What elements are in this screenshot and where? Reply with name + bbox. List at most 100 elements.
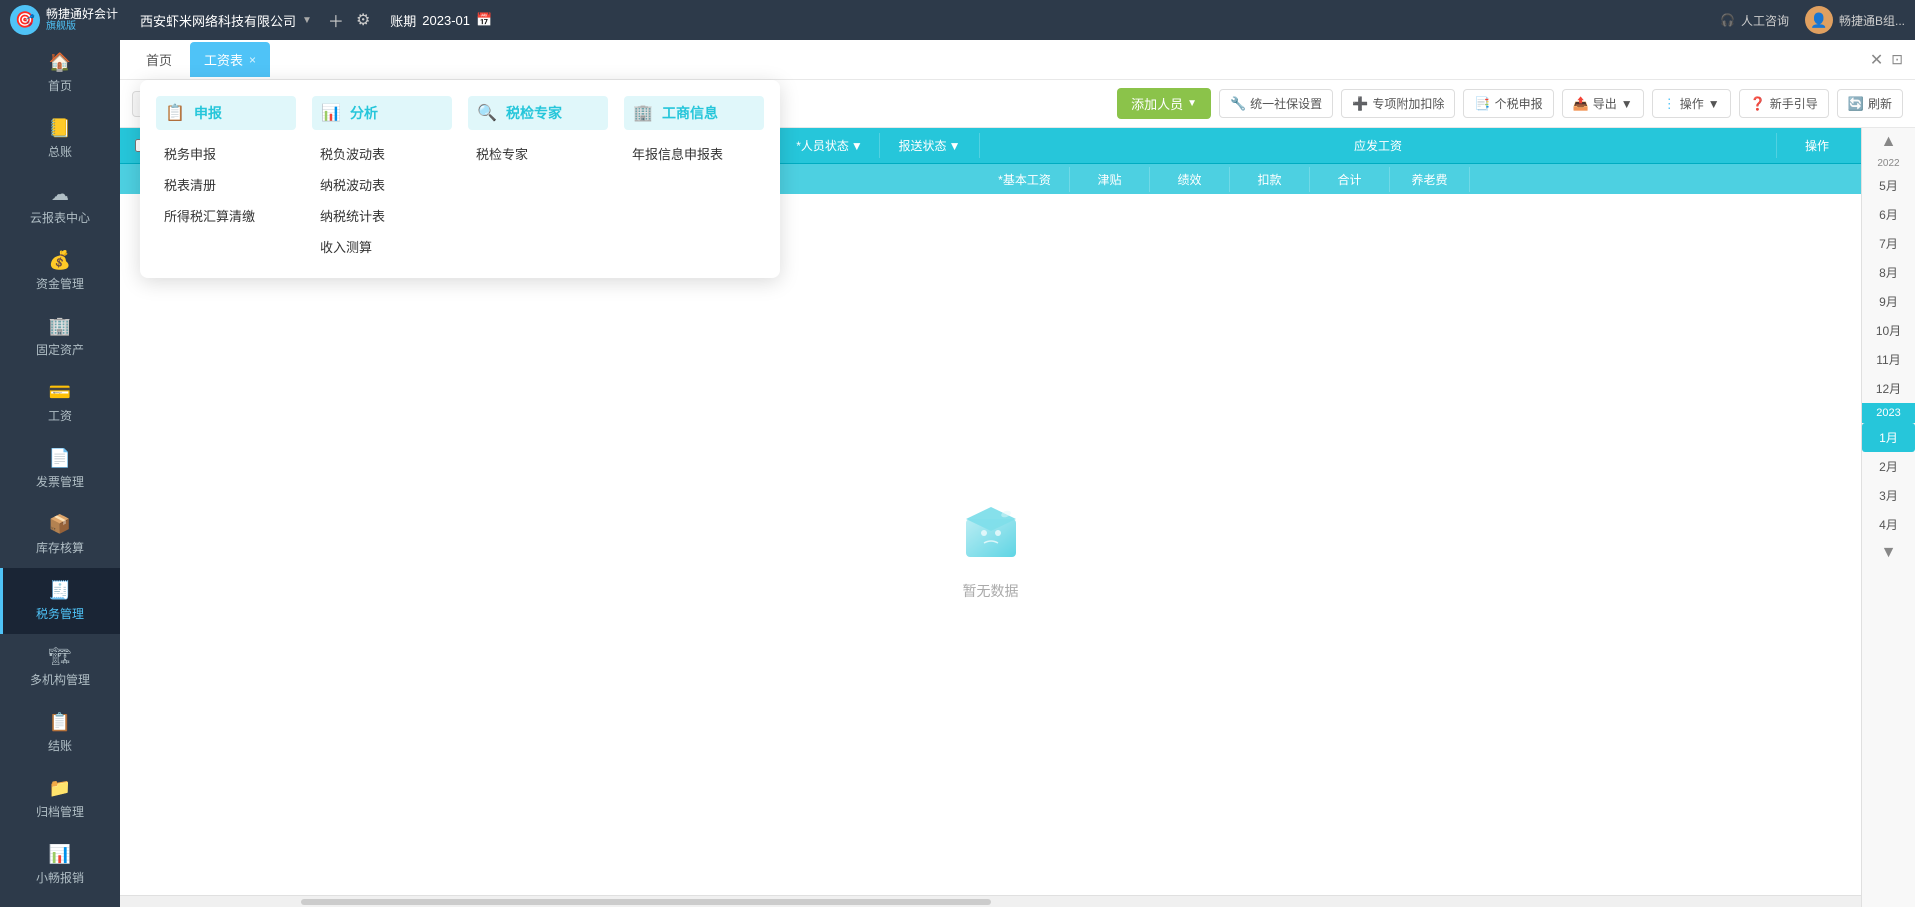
cal-month-7[interactable]: 7月 [1862,229,1915,258]
cal-month-12[interactable]: 12月 [1862,374,1915,403]
fenxi-title: 分析 [350,103,378,123]
menu-item-nashuitongjibiao[interactable]: 纳税统计表 [312,200,452,231]
empty-text: 暂无数据 [963,581,1019,601]
human-service[interactable]: 🎧 人工咨询 [1720,12,1789,29]
cal-month-4[interactable]: 4月 [1862,510,1915,539]
inventory-icon: 📦 [49,514,71,535]
menu-item-shuiwu[interactable]: 税务申报 [156,138,296,169]
period-value: 2023-01 [422,13,470,28]
th-perf: 绩效 [1150,167,1230,192]
sidebar-item-fund[interactable]: 💰 资金管理 [0,238,120,304]
tax-declare-btn[interactable]: 📑 个税申报 [1463,89,1553,118]
sidebar-item-tax[interactable]: 🧾 税务管理 [0,568,120,634]
user-area[interactable]: 👤 畅捷通B组... [1805,6,1905,34]
sidebar-item-archive[interactable]: 📁 归档管理 [0,766,120,832]
social-label: 统一社保设置 [1250,95,1322,112]
sidebar-item-home[interactable]: 🏠 首页 [0,40,120,106]
sidebar-item-cloud[interactable]: ☁ 云报表中心 [0,172,120,238]
sidebar-label-tax: 税务管理 [36,605,84,622]
tax-declare-icon: 📑 [1474,96,1490,112]
cal-month-1[interactable]: 1月 [1862,423,1915,452]
logo-area: 🎯 畅捷通好会计 旗舰版 [10,5,130,35]
empty-state: 暂无数据 [911,449,1071,641]
avatar: 👤 [1805,6,1833,34]
guide-toolbar-icon: ❓ [1750,96,1766,112]
close-period-icon: 📋 [49,712,71,733]
refresh-icon: 🔄 [1848,96,1864,112]
sidebar-item-salary[interactable]: 💳 工资 [0,370,120,436]
filter-icon-status[interactable]: ▼ [851,139,863,153]
th-total: 合计 [1310,167,1390,192]
cal-month-5[interactable]: 5月 [1862,171,1915,200]
cal-month-10[interactable]: 10月 [1862,316,1915,345]
sidebar-label-assets: 固定资产 [36,341,84,358]
cal-month-3[interactable]: 3月 [1862,481,1915,510]
menu-item-nashui[interactable]: 纳税波动表 [312,169,452,200]
cal-month-6[interactable]: 6月 [1862,200,1915,229]
assets-icon: 🏢 [49,316,71,337]
social-btn[interactable]: 🔧 统一社保设置 [1219,89,1333,118]
cal-month-9[interactable]: 9月 [1862,287,1915,316]
multi-icon: 🏗 [49,646,72,667]
cal-prev-icon[interactable]: ▲ [1875,128,1903,156]
shenb-icon: 📋 [164,102,186,124]
top-header: 🎯 畅捷通好会计 旗舰版 西安虾米网络科技有限公司 ▼ ＋ ⚙ 账期 2023-… [0,0,1915,40]
sidebar-item-multi[interactable]: 🏗 多机构管理 [0,634,120,700]
period-calendar-icon[interactable]: 📅 [476,12,492,28]
special-btn[interactable]: ➕ 专项附加扣除 [1341,89,1455,118]
th-status: *人员状态 ▼ [780,133,880,158]
window-restore-icon[interactable]: ⊡ [1891,51,1903,68]
tab-bar: 首页 工资表 × ✕ ⊡ [120,40,1915,80]
headset-icon: 🎧 [1720,13,1735,27]
operate-btn[interactable]: ⋮ 操作 ▼ [1652,89,1731,118]
add-person-label: 添加人员 [1131,94,1183,113]
app-sub: 旗舰版 [46,21,118,33]
add-person-button[interactable]: 添加人员 ▼ [1117,88,1211,119]
sidebar-item-invoice[interactable]: 📄 发票管理 [0,436,120,502]
settings-icon[interactable]: ⚙ [356,10,370,30]
cal-next-icon[interactable]: ▼ [1875,539,1903,567]
menu-item-shuifubodong[interactable]: 税负波动表 [312,138,452,169]
sidebar-label-close: 结账 [48,737,72,754]
tab-salary[interactable]: 工资表 × [190,42,270,77]
menu-item-taxcheck[interactable]: 税检专家 [468,138,608,169]
scrollbar-thumb[interactable] [301,899,991,905]
th-salary-group: 应发工资 [980,133,1777,158]
sidebar-item-assets[interactable]: 🏢 固定资产 [0,304,120,370]
tab-home[interactable]: 首页 [132,42,186,77]
sidebar-item-inventory[interactable]: 📦 库存核算 [0,502,120,568]
sidebar-item-ledger[interactable]: 📒 总账 [0,106,120,172]
menu-item-shouru[interactable]: 收入测算 [312,231,452,262]
sidebar-item-close[interactable]: 📋 结账 [0,700,120,766]
window-close-icon[interactable]: ✕ [1870,50,1883,70]
menu-item-shuibiao[interactable]: 税表清册 [156,169,296,200]
sidebar-item-settings[interactable]: ⚙ 基础设置 [0,898,120,907]
cal-month-8[interactable]: 8月 [1862,258,1915,287]
export-btn[interactable]: 📤 导出 ▼ [1562,89,1644,118]
filter-icon-report[interactable]: ▼ [949,139,961,153]
company-selector[interactable]: 西安虾米网络科技有限公司 ▼ [140,11,312,30]
cal-month-2[interactable]: 2月 [1862,452,1915,481]
menu-item-suodeshui[interactable]: 所得税汇算清缴 [156,200,296,231]
tab-close-icon[interactable]: × [249,53,256,67]
cloud-icon: ☁ [51,184,69,205]
operate-dropdown-icon: ▼ [1708,97,1720,111]
logo-text: 畅捷通好会计 旗舰版 [46,7,118,33]
guide-btn[interactable]: ❓ 新手引导 [1739,89,1829,118]
table-scrollbar[interactable] [120,895,1861,907]
tab-salary-label: 工资表 [204,50,243,69]
header-right: 🎧 人工咨询 👤 畅捷通B组... [1720,6,1905,34]
cal-month-11[interactable]: 11月 [1862,345,1915,374]
sidebar-label-multi: 多机构管理 [30,671,90,688]
sidebar-item-xiaochang[interactable]: 📊 小畅报销 [0,832,120,898]
operate-label: 操作 [1680,95,1704,112]
th-allowance: 津贴 [1070,167,1150,192]
sidebar-label-fund: 资金管理 [36,275,84,292]
add-company-icon[interactable]: ＋ [328,8,344,32]
menu-section-shenb: 📋 申报 税务申报 税表清册 所得税汇算清缴 [156,96,296,262]
tax-declare-label: 个税申报 [1495,95,1543,112]
menu-section-shenb-header: 📋 申报 [156,96,296,130]
refresh-btn[interactable]: 🔄 刷新 [1837,89,1903,118]
user-name: 畅捷通B组... [1839,12,1905,29]
menu-item-nianbao[interactable]: 年报信息申报表 [624,138,764,169]
